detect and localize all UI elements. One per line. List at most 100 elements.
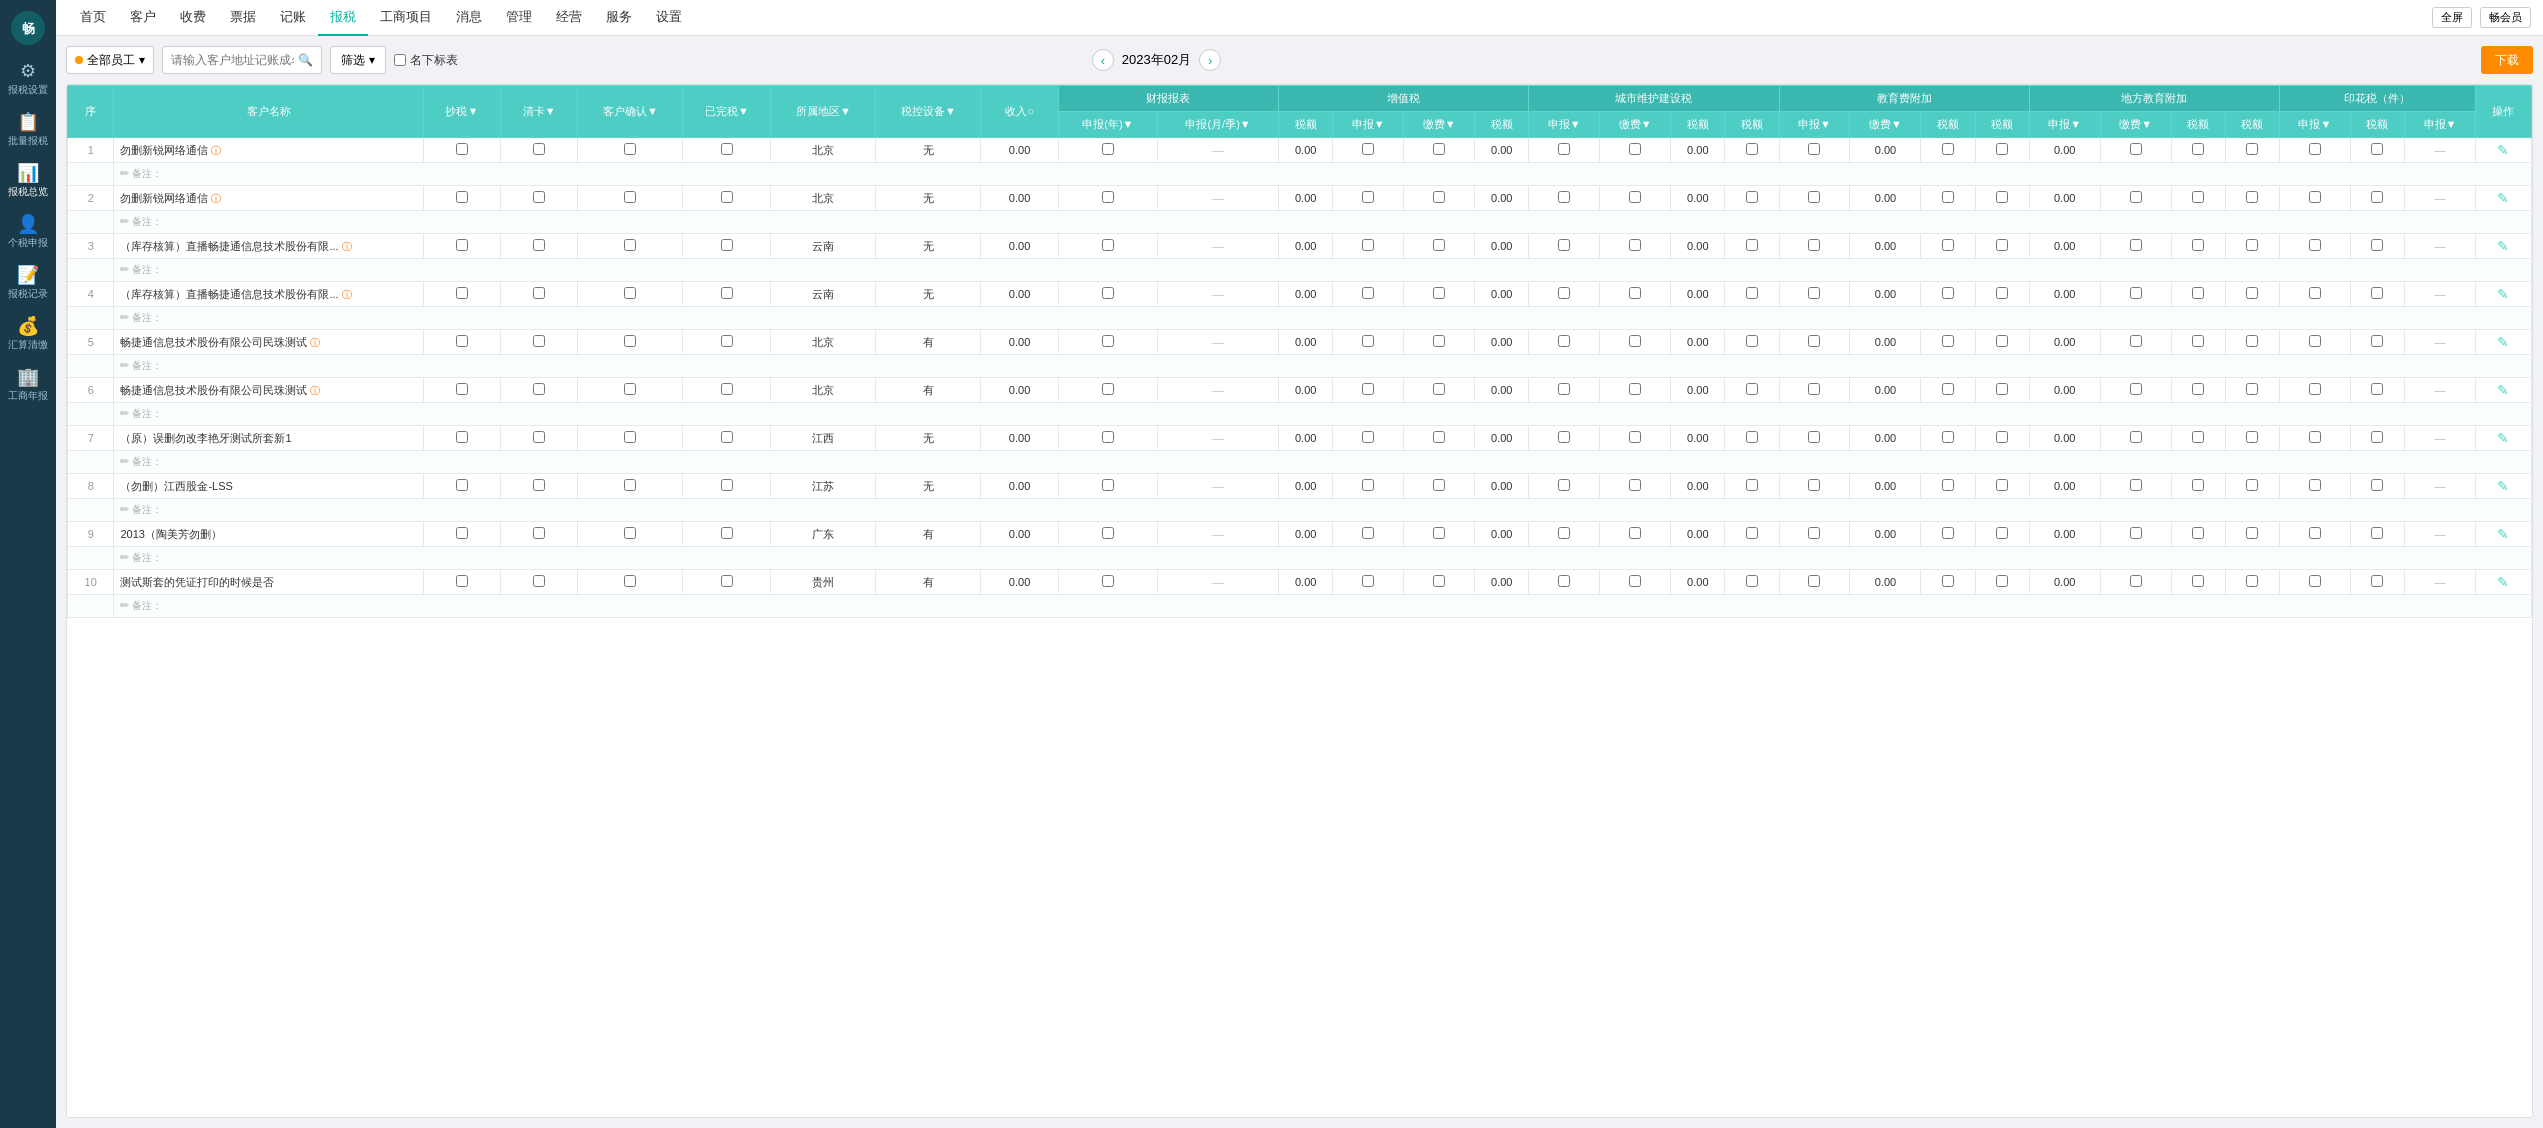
name-tag-checkbox[interactable] — [394, 54, 406, 66]
local-edu-cb2[interactable] — [2246, 527, 2258, 539]
vat-pay-cb[interactable] — [1433, 143, 1445, 155]
city-pay-cb[interactable] — [1629, 527, 1641, 539]
edu-cb2[interactable] — [1996, 431, 2008, 443]
city-cb2[interactable] — [1746, 431, 1758, 443]
city-declare-cb[interactable] — [1558, 575, 1570, 587]
local-edu-pay-cb[interactable] — [2130, 479, 2142, 491]
local-edu-amount-cb[interactable] — [2192, 431, 2204, 443]
checkbox-cell[interactable] — [533, 479, 545, 491]
nav-invoice[interactable]: 票据 — [218, 0, 268, 36]
pencil-icon[interactable]: ✏ — [120, 599, 129, 611]
vat-pay-cb[interactable] — [1433, 239, 1445, 251]
th-vat-pay[interactable]: 缴费▼ — [1404, 112, 1475, 138]
stamp-amount-cb[interactable] — [2371, 575, 2383, 587]
edu-cb2[interactable] — [1996, 191, 2008, 203]
edu-declare-cb[interactable] — [1808, 479, 1820, 491]
edu-cb2[interactable] — [1996, 527, 2008, 539]
vat-declare-cb[interactable] — [1362, 575, 1374, 587]
edu-amount-cb[interactable] — [1942, 431, 1954, 443]
vat-declare-cb[interactable] — [1362, 287, 1374, 299]
stamp-amount-cb[interactable] — [2371, 143, 2383, 155]
checkbox-cell[interactable] — [624, 239, 636, 251]
checkbox-cell[interactable] — [456, 287, 468, 299]
checkbox-cell[interactable] — [533, 191, 545, 203]
pencil-icon[interactable]: ✏ — [120, 167, 129, 179]
nav-tax[interactable]: 报税 — [318, 0, 368, 36]
stamp-amount-cb[interactable] — [2371, 239, 2383, 251]
checkbox-cell[interactable] — [533, 287, 545, 299]
nav-business[interactable]: 工商项目 — [368, 0, 444, 36]
checkbox-cell[interactable] — [721, 287, 733, 299]
city-declare-cb[interactable] — [1558, 287, 1570, 299]
stamp-declare-cb[interactable] — [2309, 383, 2321, 395]
stamp-amount-cb[interactable] — [2371, 431, 2383, 443]
pencil-icon[interactable]: ✏ — [120, 455, 129, 467]
th-local-edu-pay[interactable]: 缴费▼ — [2100, 112, 2171, 138]
checkbox-cell[interactable] — [533, 143, 545, 155]
fin-year-cb[interactable] — [1102, 383, 1114, 395]
checkbox-cell[interactable] — [624, 383, 636, 395]
stamp-amount-cb[interactable] — [2371, 383, 2383, 395]
pencil-icon[interactable]: ✏ — [120, 503, 129, 515]
city-declare-cb[interactable] — [1558, 383, 1570, 395]
stamp-declare-cb[interactable] — [2309, 287, 2321, 299]
edu-declare-cb[interactable] — [1808, 431, 1820, 443]
vat-declare-cb[interactable] — [1362, 479, 1374, 491]
th-city-declare[interactable]: 申报▼ — [1529, 112, 1600, 138]
vat-pay-cb[interactable] — [1433, 191, 1445, 203]
edit-icon[interactable]: ✎ — [2497, 526, 2509, 542]
stamp-amount-cb[interactable] — [2371, 335, 2383, 347]
checkbox-cell[interactable] — [721, 479, 733, 491]
checkbox-cell[interactable] — [721, 383, 733, 395]
vat-declare-cb[interactable] — [1362, 383, 1374, 395]
stamp-declare-cb[interactable] — [2309, 575, 2321, 587]
vat-pay-cb[interactable] — [1433, 335, 1445, 347]
checkbox-cell[interactable] — [721, 191, 733, 203]
vat-pay-cb[interactable] — [1433, 479, 1445, 491]
nav-settings[interactable]: 设置 — [644, 0, 694, 36]
city-cb2[interactable] — [1746, 479, 1758, 491]
checkbox-cell[interactable] — [533, 431, 545, 443]
edit-icon[interactable]: ✎ — [2497, 286, 2509, 302]
pencil-icon[interactable]: ✏ — [120, 407, 129, 419]
vat-declare-cb[interactable] — [1362, 191, 1374, 203]
edu-declare-cb[interactable] — [1808, 383, 1820, 395]
name-tag-button[interactable]: 名下标表 — [394, 52, 458, 69]
checkbox-cell[interactable] — [624, 431, 636, 443]
vat-declare-cb[interactable] — [1362, 335, 1374, 347]
stamp-declare-cb[interactable] — [2309, 431, 2321, 443]
local-edu-cb2[interactable] — [2246, 575, 2258, 587]
city-declare-cb[interactable] — [1558, 527, 1570, 539]
edu-amount-cb[interactable] — [1942, 527, 1954, 539]
checkbox-cell[interactable] — [456, 383, 468, 395]
checkbox-cell[interactable] — [721, 527, 733, 539]
th-vat-declare[interactable]: 申报▼ — [1333, 112, 1404, 138]
city-declare-cb[interactable] — [1558, 239, 1570, 251]
th-stamp-declare[interactable]: 申报▼ — [2279, 112, 2350, 138]
checkbox-cell[interactable] — [533, 239, 545, 251]
city-declare-cb[interactable] — [1558, 479, 1570, 491]
sidebar-item-annual-report[interactable]: 🏢 工商年报 — [0, 360, 56, 411]
edu-amount-cb[interactable] — [1942, 287, 1954, 299]
local-edu-cb2[interactable] — [2246, 431, 2258, 443]
local-edu-amount-cb[interactable] — [2192, 575, 2204, 587]
vat-pay-cb[interactable] — [1433, 431, 1445, 443]
city-cb2[interactable] — [1746, 335, 1758, 347]
th-local-edu-declare[interactable]: 申报▼ — [2029, 112, 2100, 138]
fin-year-cb[interactable] — [1102, 191, 1114, 203]
local-edu-pay-cb[interactable] — [2130, 191, 2142, 203]
checkbox-cell[interactable] — [456, 191, 468, 203]
local-edu-cb2[interactable] — [2246, 287, 2258, 299]
local-edu-cb2[interactable] — [2246, 479, 2258, 491]
city-pay-cb[interactable] — [1629, 335, 1641, 347]
fullscreen-button[interactable]: 全屏 — [2432, 7, 2472, 28]
checkbox-cell[interactable] — [721, 575, 733, 587]
fin-year-cb[interactable] — [1102, 143, 1114, 155]
checkbox-cell[interactable] — [721, 335, 733, 347]
fin-year-cb[interactable] — [1102, 335, 1114, 347]
edit-icon[interactable]: ✎ — [2497, 142, 2509, 158]
download-button[interactable]: 下载 — [2481, 46, 2533, 74]
checkbox-cell[interactable] — [533, 575, 545, 587]
checkbox-cell[interactable] — [624, 143, 636, 155]
fin-year-cb[interactable] — [1102, 527, 1114, 539]
